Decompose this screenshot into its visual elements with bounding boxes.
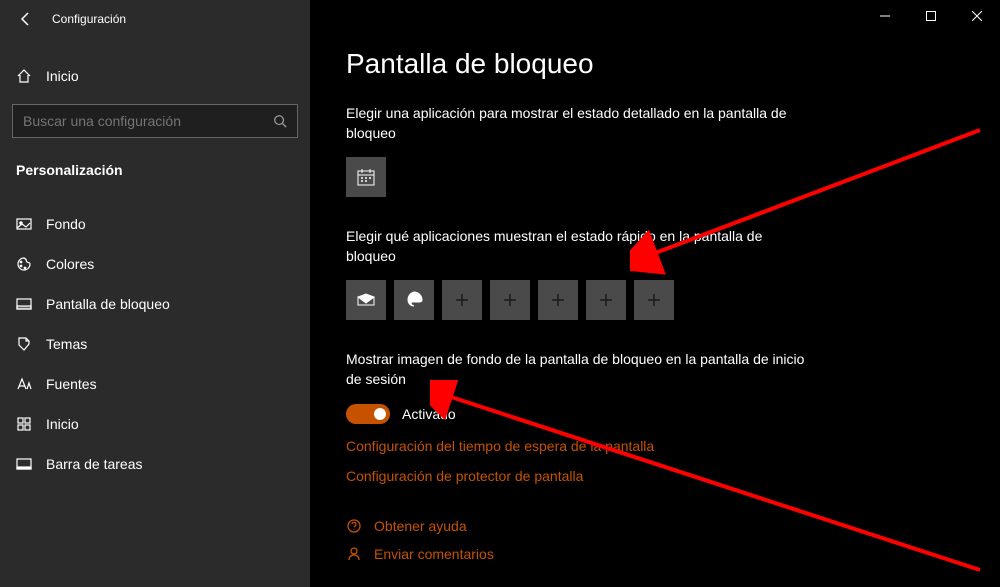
quick-apps-section: Elegir qué aplicaciones muestran el esta… bbox=[346, 227, 964, 320]
maximize-button[interactable] bbox=[908, 0, 954, 32]
quick-app-add-4[interactable] bbox=[586, 280, 626, 320]
home-icon bbox=[16, 68, 32, 84]
page-title: Pantalla de bloqueo bbox=[346, 48, 964, 80]
back-button[interactable] bbox=[8, 1, 44, 37]
quick-app-edge[interactable] bbox=[394, 280, 434, 320]
nav-item-barra[interactable]: Barra de tareas bbox=[0, 444, 310, 484]
signin-bg-toggle[interactable] bbox=[346, 404, 390, 424]
link-screensaver[interactable]: Configuración de protector de pantalla bbox=[346, 468, 964, 484]
palette-icon bbox=[16, 256, 32, 272]
sidebar: Configuración Inicio Personalización Fon… bbox=[0, 0, 310, 587]
home-label: Inicio bbox=[46, 68, 79, 84]
start-icon bbox=[16, 416, 32, 432]
section-label: Personalización bbox=[0, 148, 310, 186]
quick-app-add-5[interactable] bbox=[634, 280, 674, 320]
quick-app-add-3[interactable] bbox=[538, 280, 578, 320]
window-title: Configuración bbox=[52, 12, 126, 26]
home-button[interactable]: Inicio bbox=[0, 58, 310, 94]
nav-item-colores[interactable]: Colores bbox=[0, 244, 310, 284]
content-area: Pantalla de bloqueo Elegir una aplicació… bbox=[310, 0, 1000, 587]
plus-icon bbox=[550, 292, 566, 308]
toggle-state: Activado bbox=[402, 406, 456, 422]
nav-item-bloqueo[interactable]: Pantalla de bloqueo bbox=[0, 284, 310, 324]
toggle-label: Mostrar imagen de fondo de la pantalla d… bbox=[346, 350, 806, 389]
nav-item-fondo[interactable]: Fondo bbox=[0, 204, 310, 244]
calendar-icon bbox=[356, 167, 376, 187]
lockscreen-icon bbox=[16, 296, 32, 312]
titlebar: Configuración bbox=[0, 0, 310, 38]
detailed-app-section: Elegir una aplicación para mostrar el es… bbox=[346, 104, 964, 197]
help-feedback[interactable]: Enviar comentarios bbox=[346, 546, 964, 562]
quick-apps-label: Elegir qué aplicaciones muestran el esta… bbox=[346, 227, 806, 266]
nav-list: Fondo Colores Pantalla de bloqueo Temas … bbox=[0, 204, 310, 484]
detailed-app-label: Elegir una aplicación para mostrar el es… bbox=[346, 104, 806, 143]
quick-app-add-1[interactable] bbox=[442, 280, 482, 320]
nav-item-temas[interactable]: Temas bbox=[0, 324, 310, 364]
detailed-app-tile-calendar[interactable] bbox=[346, 157, 386, 197]
link-timeout[interactable]: Configuración del tiempo de espera de la… bbox=[346, 438, 964, 454]
window-controls bbox=[862, 0, 1000, 32]
fonts-icon bbox=[16, 376, 32, 392]
help-get[interactable]: Obtener ayuda bbox=[346, 518, 964, 534]
quick-app-mail[interactable] bbox=[346, 280, 386, 320]
quick-app-add-2[interactable] bbox=[490, 280, 530, 320]
help-icon bbox=[346, 518, 362, 534]
search-input[interactable] bbox=[23, 113, 273, 129]
taskbar-icon bbox=[16, 456, 32, 472]
mail-icon bbox=[356, 290, 376, 310]
plus-icon bbox=[454, 292, 470, 308]
search-box[interactable] bbox=[12, 104, 298, 138]
search-icon bbox=[273, 114, 287, 128]
toggle-section: Mostrar imagen de fondo de la pantalla d… bbox=[346, 350, 964, 483]
nav-item-fuentes[interactable]: Fuentes bbox=[0, 364, 310, 404]
nav-item-inicio[interactable]: Inicio bbox=[0, 404, 310, 444]
plus-icon bbox=[598, 292, 614, 308]
image-icon bbox=[16, 216, 32, 232]
edge-icon bbox=[404, 290, 424, 310]
plus-icon bbox=[646, 292, 662, 308]
themes-icon bbox=[16, 336, 32, 352]
close-button[interactable] bbox=[954, 0, 1000, 32]
plus-icon bbox=[502, 292, 518, 308]
feedback-icon bbox=[346, 546, 362, 562]
minimize-button[interactable] bbox=[862, 0, 908, 32]
